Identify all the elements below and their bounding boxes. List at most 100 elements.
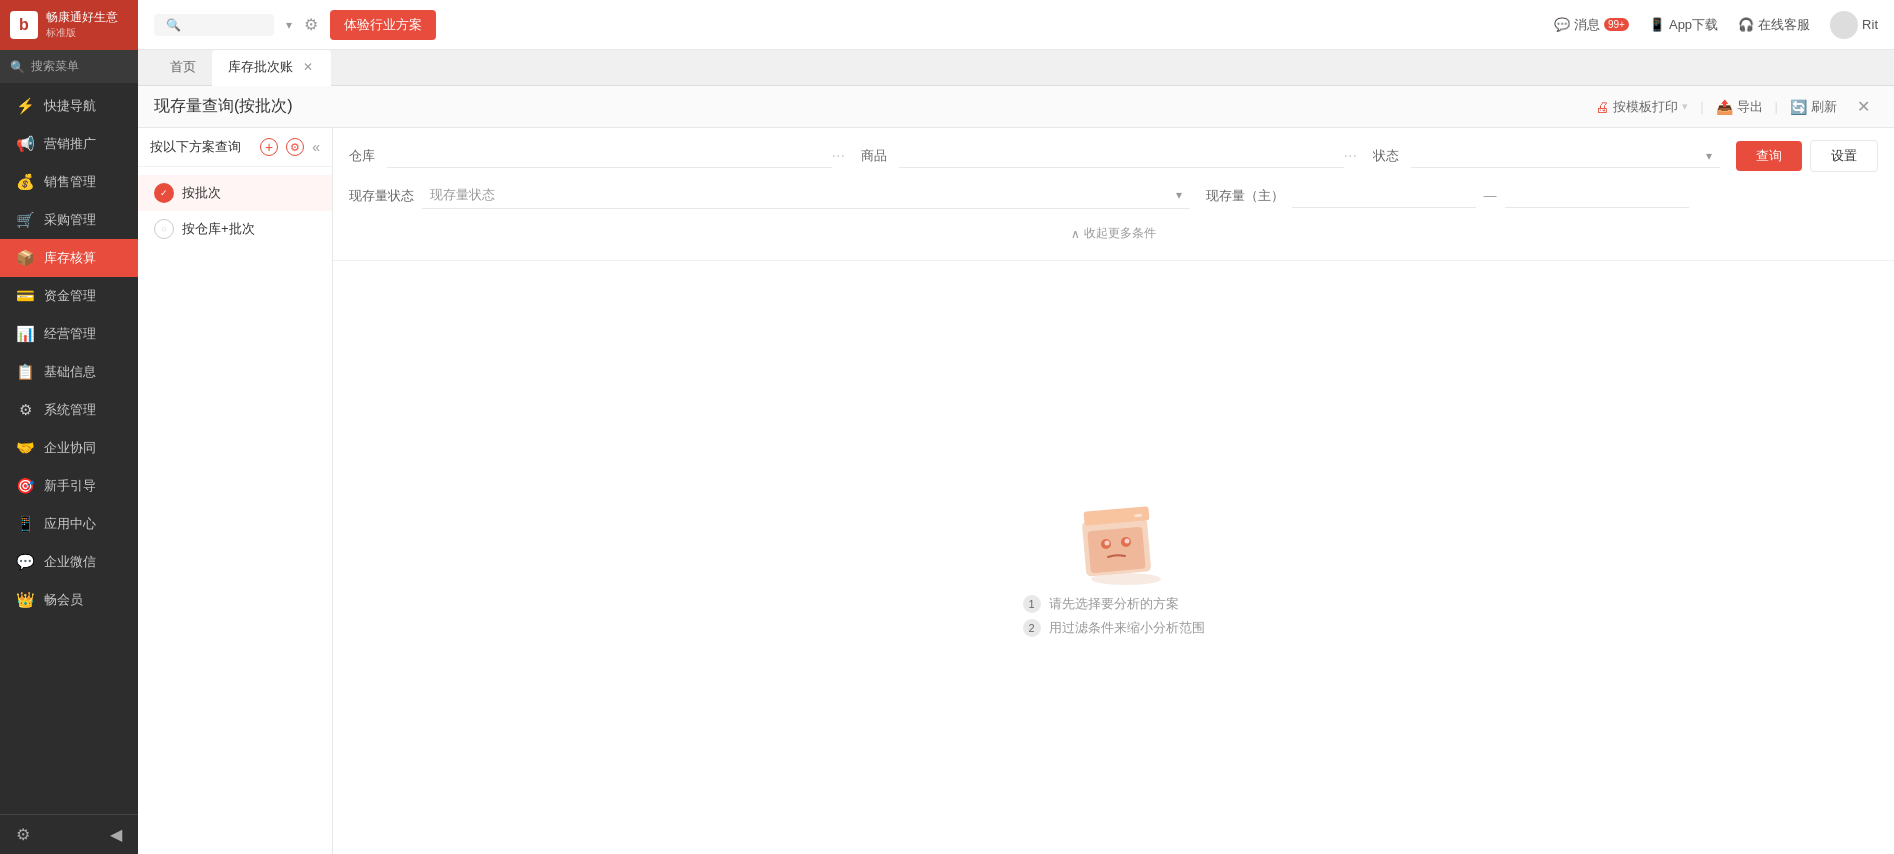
sidebar-item-purchase[interactable]: 🛒 采购管理 (0, 201, 138, 239)
status-chevron-icon: ▾ (1706, 149, 1712, 163)
sidebar-item-membership[interactable]: 👑 畅会员 (0, 581, 138, 619)
filter-settings-button[interactable]: 设置 (1810, 140, 1878, 172)
sidebar-item-operations[interactable]: 📊 经营管理 (0, 315, 138, 353)
user-profile[interactable]: Rit (1830, 11, 1878, 39)
operations-icon: 📊 (16, 325, 34, 343)
sidebar: b 畅康通好生意 标准版 🔍 搜索菜单 ⚡ 快捷导航 📢 营销推广 💰 销售管理… (0, 0, 138, 854)
warehouse-input[interactable] (387, 144, 832, 168)
sidebar-item-label: 销售管理 (44, 173, 96, 191)
export-button[interactable]: 📤 导出 (1716, 98, 1763, 116)
online-service-action[interactable]: 🎧 在线客服 (1738, 16, 1810, 34)
circle-icon: ○ (161, 224, 166, 234)
app-center-icon: 📱 (16, 515, 34, 533)
app-download-action[interactable]: 📱 App下载 (1649, 16, 1718, 34)
avatar (1830, 11, 1858, 39)
topbar-dropdown-chevron[interactable]: ▾ (286, 18, 292, 32)
divider2: | (1775, 99, 1778, 114)
system-icon: ⚙ (16, 401, 34, 419)
app-logo: b (10, 11, 38, 39)
tab-home[interactable]: 首页 (154, 50, 212, 86)
refresh-label: 刷新 (1811, 98, 1837, 116)
msg-num-1: 1 (1023, 595, 1041, 613)
online-service-label: 在线客服 (1758, 16, 1810, 34)
product-field: 商品 ··· (861, 144, 1357, 168)
refresh-button[interactable]: 🔄 刷新 (1790, 98, 1837, 116)
messages-action[interactable]: 💬 消息 99+ (1554, 16, 1629, 34)
scheme-active-indicator: ✓ (154, 183, 174, 203)
print-chevron-icon: ▾ (1682, 100, 1688, 113)
topbar-search[interactable]: 🔍 (154, 14, 274, 36)
page-title: 现存量查询(按批次) (154, 96, 293, 117)
stock-status-select[interactable]: 现存量状态 ▾ (422, 182, 1190, 209)
print-label: 按模板打印 (1613, 98, 1678, 116)
scheme-label: 按仓库+批次 (182, 220, 255, 238)
topbar-right: 💬 消息 99+ 📱 App下载 🎧 在线客服 Rit (1554, 11, 1878, 39)
print-button[interactable]: 🖨 按模板打印 ▾ (1595, 98, 1688, 116)
stock-status-placeholder: 现存量状态 (430, 186, 495, 204)
stock-qty-field: 现存量（主） — (1206, 184, 1878, 208)
tab-close-icon[interactable]: ✕ (301, 60, 315, 74)
svg-point-5 (1104, 540, 1109, 545)
tab-batch-account[interactable]: 库存批次账 ✕ (212, 50, 331, 86)
export-label: 导出 (1737, 98, 1763, 116)
sidebar-item-app-center[interactable]: 📱 应用中心 (0, 505, 138, 543)
content-area: 按以下方案查询 + ⚙ « ✓ 按批次 (138, 128, 1894, 854)
empty-state: 1 请先选择要分析的方案 2 用过滤条件来缩小分析范围 (333, 261, 1894, 854)
sidebar-item-basics[interactable]: 📋 基础信息 (0, 353, 138, 391)
close-panel-button[interactable]: ✕ (1849, 97, 1878, 116)
product-input[interactable] (899, 144, 1344, 168)
query-button[interactable]: 查询 (1736, 141, 1802, 171)
product-label: 商品 (861, 147, 891, 165)
collapse-more-label: 收起更多条件 (1084, 225, 1156, 242)
sidebar-item-sales[interactable]: 💰 销售管理 (0, 163, 138, 201)
settings-footer-icon[interactable]: ⚙ (16, 825, 30, 844)
trial-button[interactable]: 体验行业方案 (330, 10, 436, 40)
stock-qty-max-input[interactable] (1505, 184, 1689, 208)
finance-icon: 💳 (16, 287, 34, 305)
divider1: | (1700, 99, 1703, 114)
collapse-more-button[interactable]: ∧ 收起更多条件 (349, 219, 1878, 248)
scheme-item-batch[interactable]: ✓ 按批次 (138, 175, 332, 211)
empty-msg-1: 1 请先选择要分析的方案 (1023, 595, 1205, 613)
messages-label: 消息 (1574, 16, 1600, 34)
collapse-left-panel-button[interactable]: « (312, 139, 320, 155)
sidebar-item-inventory[interactable]: 📦 库存核算 (0, 239, 138, 277)
sidebar-item-label: 资金管理 (44, 287, 96, 305)
stock-qty-min-input[interactable] (1292, 184, 1476, 208)
tab-home-label: 首页 (170, 59, 196, 74)
sidebar-item-label: 企业协同 (44, 439, 96, 457)
collapse-sidebar-icon[interactable]: ◀ (110, 825, 122, 844)
quick-nav-icon: ⚡ (16, 97, 34, 115)
sidebar-item-quick-nav[interactable]: ⚡ 快捷导航 (0, 87, 138, 125)
topbar-search-icon: 🔍 (166, 18, 181, 32)
warehouse-more-icon[interactable]: ··· (832, 147, 845, 165)
add-scheme-button[interactable]: + (260, 138, 278, 156)
sidebar-item-wechat[interactable]: 💬 企业微信 (0, 543, 138, 581)
stock-status-chevron-icon: ▾ (1176, 188, 1182, 202)
sidebar-item-label: 经营管理 (44, 325, 96, 343)
sidebar-item-newbie[interactable]: 🎯 新手引导 (0, 467, 138, 505)
topbar: 🔍 ▾ ⚙ 体验行业方案 💬 消息 99+ 📱 App下载 🎧 在线客服 Rit (138, 0, 1894, 50)
empty-messages: 1 请先选择要分析的方案 2 用过滤条件来缩小分析范围 (1023, 595, 1205, 637)
scheme-label: 按批次 (182, 184, 221, 202)
search-icon: 🔍 (10, 60, 25, 74)
scheme-settings-button[interactable]: ⚙ (286, 138, 304, 156)
gear-circle-icon: ⚙ (290, 141, 300, 154)
filter-row-1: 仓库 ··· 商品 ··· 状态 ▾ (349, 140, 1878, 172)
sidebar-item-enterprise[interactable]: 🤝 企业协同 (0, 429, 138, 467)
product-more-icon[interactable]: ··· (1344, 147, 1357, 165)
scheme-inactive-indicator: ○ (154, 219, 174, 239)
app-title-block: 畅康通好生意 标准版 (46, 10, 118, 40)
topbar-gear-icon[interactable]: ⚙ (304, 15, 318, 34)
chevron-up-icon: ∧ (1071, 227, 1080, 241)
empty-svg-illustration (1064, 479, 1184, 589)
scheme-item-warehouse-batch[interactable]: ○ 按仓库+批次 (138, 211, 332, 247)
sidebar-item-system[interactable]: ⚙ 系统管理 (0, 391, 138, 429)
sidebar-item-marketing[interactable]: 📢 营销推广 (0, 125, 138, 163)
sidebar-item-finance[interactable]: 💳 资金管理 (0, 277, 138, 315)
newbie-icon: 🎯 (16, 477, 34, 495)
status-select[interactable]: ▾ (1411, 145, 1720, 168)
sidebar-search[interactable]: 🔍 搜索菜单 (0, 50, 138, 83)
empty-illustration (1064, 479, 1164, 579)
status-label: 状态 (1373, 147, 1403, 165)
